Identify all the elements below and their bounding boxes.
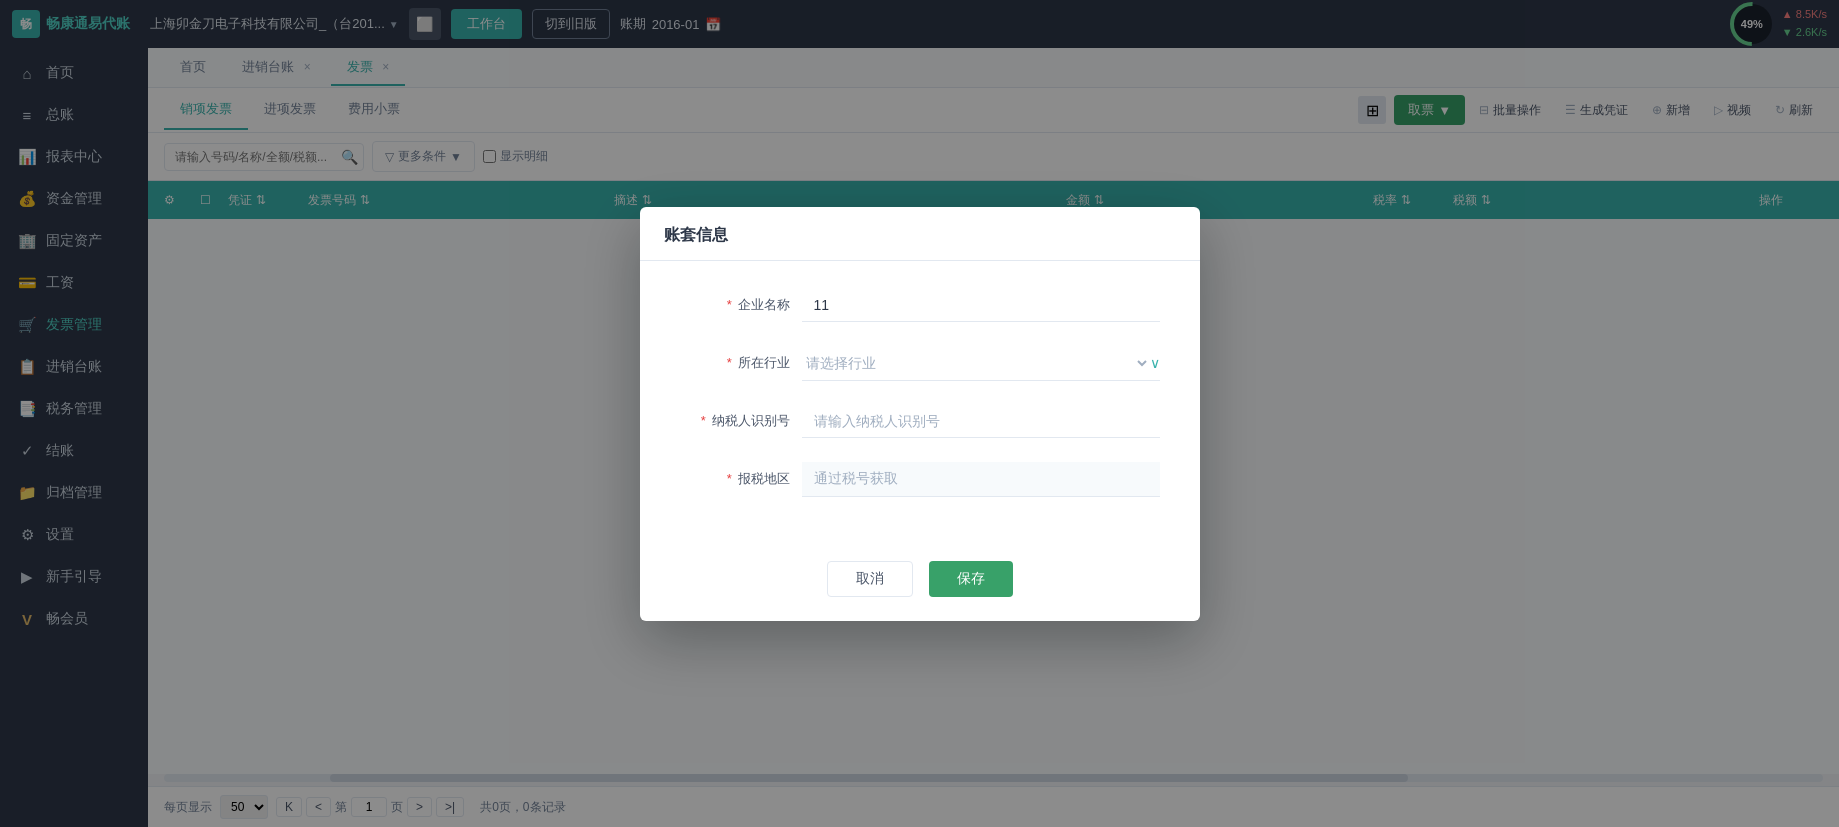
taxregion-label: * 报税地区 bbox=[680, 470, 790, 488]
dialog-body: * 企业名称 * 所在行业 请选择行业 ∨ bbox=[640, 261, 1200, 549]
industry-dropdown-arrow: ∨ bbox=[1150, 355, 1160, 371]
save-button[interactable]: 保存 bbox=[929, 561, 1013, 597]
taxregion-required-mark: * bbox=[727, 471, 732, 486]
dialog-title: 账套信息 bbox=[664, 226, 728, 243]
form-row-company: * 企业名称 bbox=[680, 289, 1160, 322]
cancel-button[interactable]: 取消 bbox=[827, 561, 913, 597]
tax-id-input[interactable] bbox=[802, 405, 1160, 438]
account-info-dialog: 账套信息 * 企业名称 * 所在行业 请选择行业 bbox=[640, 207, 1200, 621]
dialog-footer: 取消 保存 bbox=[640, 561, 1200, 597]
taxid-label: * 纳税人识别号 bbox=[680, 412, 790, 430]
form-row-industry: * 所在行业 请选择行业 ∨ bbox=[680, 346, 1160, 381]
company-required-mark: * bbox=[727, 297, 732, 312]
company-name-input[interactable] bbox=[802, 289, 1160, 322]
taxid-required-mark: * bbox=[701, 413, 706, 428]
industry-select[interactable]: 请选择行业 bbox=[802, 354, 1150, 372]
form-row-taxregion: * 报税地区 通过税号获取 bbox=[680, 462, 1160, 497]
industry-label: * 所在行业 bbox=[680, 354, 790, 372]
company-name-label: * 企业名称 bbox=[680, 296, 790, 314]
form-row-taxid: * 纳税人识别号 bbox=[680, 405, 1160, 438]
dialog-header: 账套信息 bbox=[640, 207, 1200, 261]
modal-overlay: 账套信息 * 企业名称 * 所在行业 请选择行业 bbox=[0, 0, 1839, 827]
industry-required-mark: * bbox=[727, 355, 732, 370]
industry-select-wrap: 请选择行业 ∨ bbox=[802, 346, 1160, 381]
tax-region-readonly: 通过税号获取 bbox=[802, 462, 1160, 497]
